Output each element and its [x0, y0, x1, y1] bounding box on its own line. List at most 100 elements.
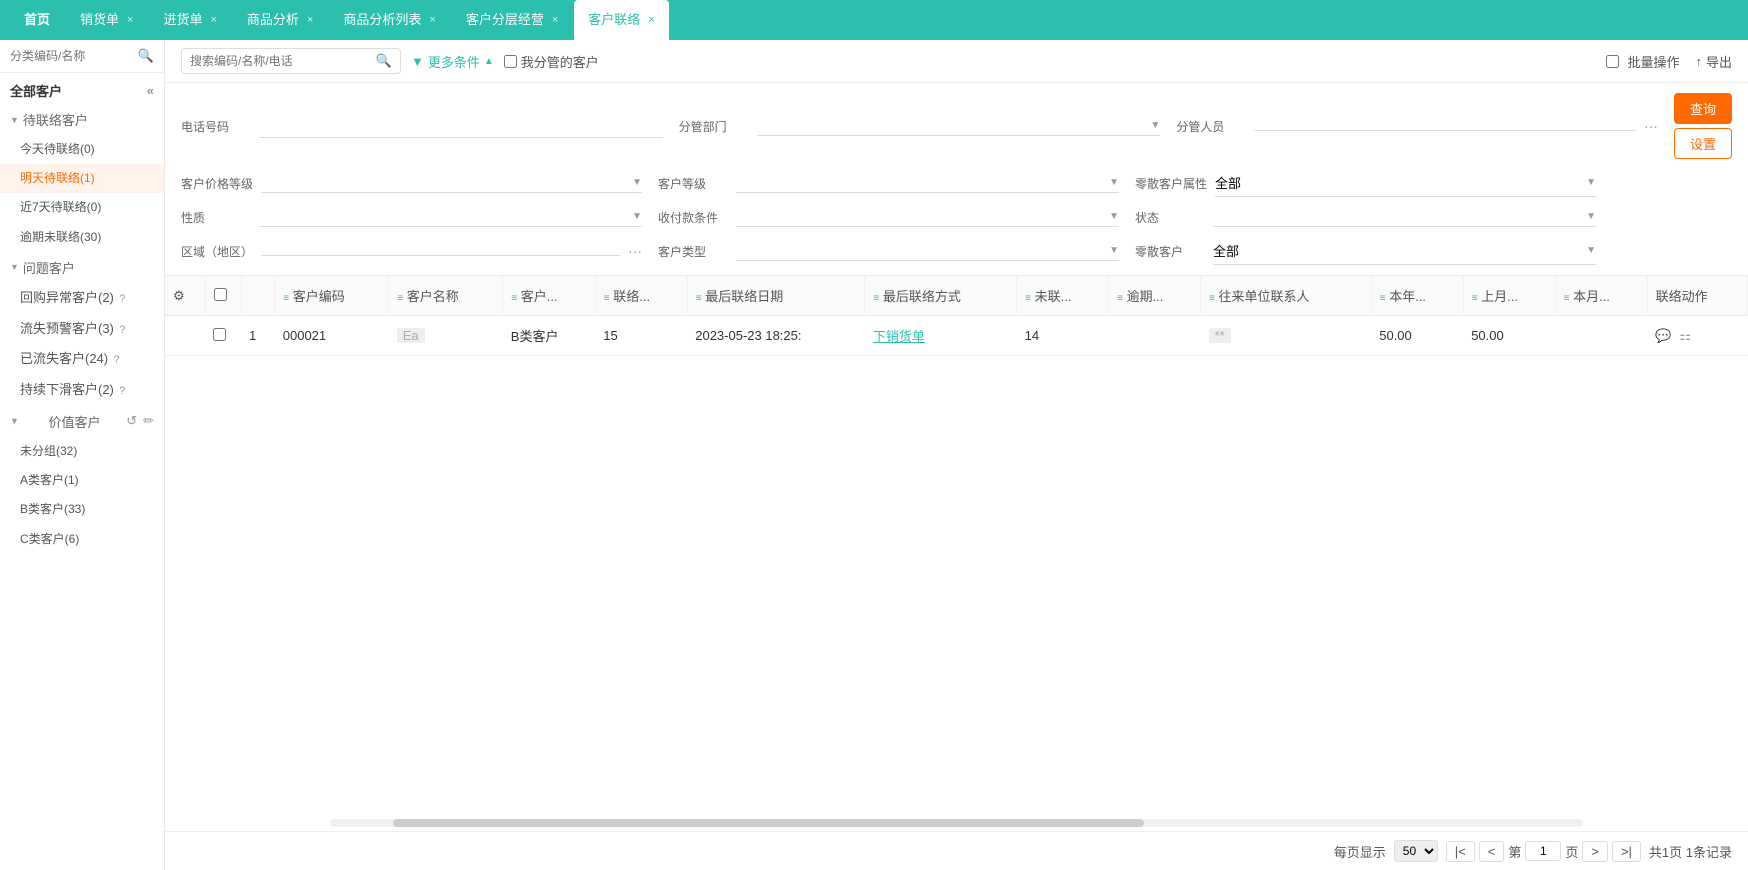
- export-button[interactable]: ↑ 导出: [1695, 52, 1732, 71]
- filter-price-level-select[interactable]: ▼: [261, 173, 642, 193]
- filter-payment-select[interactable]: ▼: [736, 207, 1119, 227]
- refresh-icon[interactable]: ↺: [126, 413, 137, 429]
- close-customer-tier[interactable]: ×: [552, 0, 558, 40]
- th-overdue[interactable]: ≡ 逾期...: [1109, 276, 1201, 316]
- query-button[interactable]: 查询: [1674, 93, 1732, 124]
- th-code[interactable]: ≡ 客户编码: [275, 276, 389, 316]
- td-checkbox[interactable]: [205, 316, 241, 356]
- qr-icon[interactable]: ⚏: [1679, 328, 1691, 344]
- sidebar-item-c-class[interactable]: C类客户(6): [0, 525, 164, 554]
- toolbar-right: 批量操作 ↑ 导出: [1606, 52, 1732, 71]
- td-this-year: 50.00: [1371, 316, 1463, 356]
- th-checkbox[interactable]: [205, 276, 241, 316]
- th-settings[interactable]: ⚙: [165, 276, 205, 316]
- first-page-button[interactable]: |<: [1446, 841, 1475, 862]
- nav-customer-contact[interactable]: 客户联络 ×: [574, 0, 668, 40]
- th-last-month[interactable]: ≡ 上月...: [1463, 276, 1555, 316]
- th-type[interactable]: ≡ 客户...: [503, 276, 595, 316]
- customer-type-arrow-icon: ▼: [1109, 245, 1119, 256]
- search-icon[interactable]: 🔍: [376, 53, 392, 69]
- sidebar-collapse-icon[interactable]: «: [147, 83, 154, 98]
- sidebar-group-pending[interactable]: 待联络客户: [0, 104, 164, 135]
- scrollbar-thumb[interactable]: [393, 819, 1145, 827]
- nav-customer-tier[interactable]: 客户分层经营 ×: [452, 0, 572, 40]
- sidebar-group-problem[interactable]: 问题客户: [0, 252, 164, 283]
- my-customer-checkbox[interactable]: [504, 55, 517, 68]
- filter-region-dots[interactable]: ···: [628, 243, 642, 259]
- filter-retail-attr-select[interactable]: 全部 ▼: [1215, 169, 1596, 197]
- filter-region-input[interactable]: [261, 247, 620, 256]
- nav-purchase-order[interactable]: 进货单 ×: [149, 0, 230, 40]
- search-input[interactable]: [190, 54, 370, 68]
- th-contact[interactable]: ≡ 联络...: [595, 276, 687, 316]
- close-product-analysis-list[interactable]: ×: [429, 0, 435, 40]
- close-product-analysis[interactable]: ×: [307, 0, 313, 40]
- close-purchase-order[interactable]: ×: [210, 0, 216, 40]
- th-person[interactable]: ≡ 往来单位联系人: [1201, 276, 1372, 316]
- filter-retail-customer-select[interactable]: 全部 ▼: [1213, 237, 1596, 265]
- filter-dept-select[interactable]: ▼: [757, 116, 1161, 136]
- filter-person-input[interactable]: [1254, 122, 1636, 131]
- filter-customer-level-select[interactable]: ▼: [736, 173, 1119, 193]
- sidebar-item-abnormal-repurchase[interactable]: 回购异常客户(2) ?: [0, 283, 164, 314]
- nav-product-analysis[interactable]: 商品分析 ×: [233, 0, 327, 40]
- edit-value-icon[interactable]: ✏: [143, 413, 154, 429]
- sidebar-item-tomorrow[interactable]: 明天待联络(1): [0, 164, 164, 193]
- filter-gender-select[interactable]: ▼: [259, 207, 642, 227]
- nav-home[interactable]: 首页: [10, 0, 64, 40]
- help-icon-4: ?: [119, 385, 125, 397]
- th-no-contact[interactable]: ≡ 未联...: [1017, 276, 1109, 316]
- th-this-month[interactable]: ≡ 本月...: [1555, 276, 1647, 316]
- close-customer-contact[interactable]: ×: [648, 0, 654, 40]
- setting-button[interactable]: 设置: [1674, 128, 1732, 159]
- td-person: **: [1201, 316, 1372, 356]
- th-this-year[interactable]: ≡ 本年...: [1371, 276, 1463, 316]
- horizontal-scrollbar[interactable]: [330, 819, 1583, 827]
- comment-icon[interactable]: 💬: [1655, 328, 1671, 344]
- close-sales-order[interactable]: ×: [127, 0, 133, 40]
- nav-product-analysis-list[interactable]: 商品分析列表 ×: [329, 0, 449, 40]
- sidebar-item-overdue[interactable]: 逾期未联络(30): [0, 223, 164, 252]
- filter-phone-input[interactable]: [259, 115, 663, 138]
- sidebar-item-today[interactable]: 今天待联络(0): [0, 135, 164, 164]
- more-filter-button[interactable]: ▼ 更多条件 ▲: [411, 52, 494, 71]
- filter-payment: 收付款条件 ▼: [658, 207, 1119, 227]
- prev-page-button[interactable]: <: [1479, 841, 1505, 862]
- filter-person-dots[interactable]: ···: [1644, 118, 1658, 134]
- td-overdue: [1109, 316, 1201, 356]
- filter-customer-type-select[interactable]: ▼: [736, 241, 1119, 261]
- filter-phone: 电话号码: [181, 115, 663, 138]
- th-actions: 联络动作: [1647, 276, 1747, 316]
- nav-sales-order[interactable]: 销货单 ×: [66, 0, 147, 40]
- th-name[interactable]: ≡ 客户名称: [389, 276, 503, 316]
- row-checkbox[interactable]: [213, 328, 226, 341]
- next-page-button[interactable]: >: [1582, 841, 1608, 862]
- td-type: B类客户: [503, 316, 595, 356]
- sidebar-item-a-class[interactable]: A类客户(1): [0, 466, 164, 495]
- filter-status-select[interactable]: ▼: [1213, 207, 1596, 227]
- help-icon-2: ?: [119, 324, 125, 336]
- sidebar-item-churn-warning[interactable]: 流失预警客户(3) ?: [0, 314, 164, 345]
- sidebar-item-7days[interactable]: 近7天待联络(0): [0, 193, 164, 222]
- filter-retail-attr: 零散客户属性 全部 ▼: [1135, 169, 1596, 197]
- batch-op-button[interactable]: 批量操作: [1606, 52, 1679, 71]
- batch-op-checkbox[interactable]: [1606, 55, 1619, 68]
- sidebar-group-value[interactable]: 价值客户 ↺ ✏: [0, 406, 164, 437]
- th-last-method[interactable]: ≡ 最后联络方式: [865, 276, 1017, 316]
- sidebar-item-b-class[interactable]: B类客户(33): [0, 495, 164, 524]
- sidebar-item-declining[interactable]: 持续下滑客户(2) ?: [0, 375, 164, 406]
- th-last-date[interactable]: ≡ 最后联络日期: [687, 276, 865, 316]
- td-contact: 15: [595, 316, 687, 356]
- sidebar-item-ungrouped[interactable]: 未分组(32): [0, 437, 164, 466]
- td-last-method[interactable]: 下销货单: [865, 316, 1017, 356]
- sidebar-all-customers[interactable]: 全部客户 «: [0, 73, 164, 104]
- last-page-button[interactable]: >|: [1612, 841, 1641, 862]
- sidebar-search-input[interactable]: [10, 49, 132, 63]
- page-number-input[interactable]: [1525, 841, 1561, 861]
- sidebar-item-churned[interactable]: 已流失客户(24) ?: [0, 344, 164, 375]
- select-all-checkbox[interactable]: [214, 288, 227, 301]
- sidebar: 🔍 全部客户 « 待联络客户 今天待联络(0) 明天待联络(1) 近7天待联络(…: [0, 40, 165, 870]
- sidebar-search-icon[interactable]: 🔍: [138, 48, 154, 64]
- per-page-select[interactable]: 50: [1394, 840, 1438, 862]
- action-icons: 💬 ⚏: [1655, 328, 1739, 344]
